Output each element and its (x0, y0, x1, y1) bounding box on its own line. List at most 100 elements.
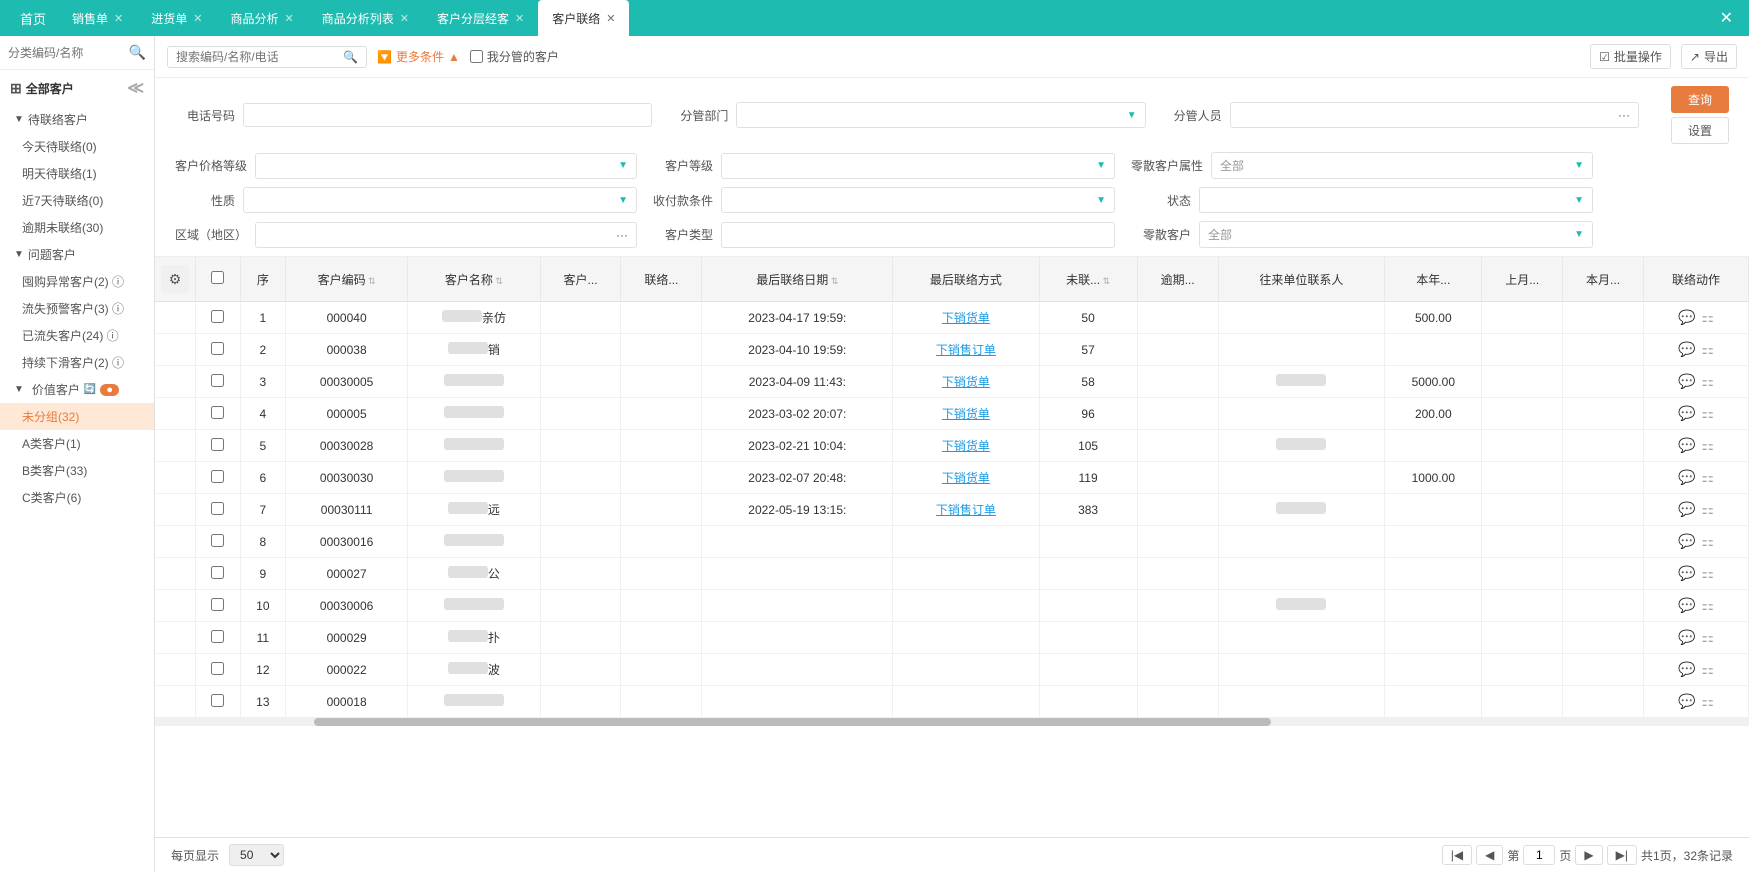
tab-home[interactable]: 首页 (8, 0, 58, 36)
sidebar-search-input[interactable] (8, 46, 125, 60)
row-last-way[interactable]: 下销货单 (893, 430, 1039, 462)
chat-icon[interactable]: 💬 (1678, 405, 1695, 422)
row-action[interactable]: 💬⚏ (1643, 590, 1748, 622)
more-action-icon[interactable]: ⚏ (1701, 437, 1714, 454)
settings-icon[interactable]: ⚙ (161, 265, 189, 293)
sidebar-item-churn-warning[interactable]: 流失预警客户(3) ⓘ (0, 295, 154, 322)
row-last-way[interactable]: 下销售订单 (893, 494, 1039, 526)
region-select[interactable]: ··· (255, 222, 637, 248)
more-action-icon[interactable]: ⚏ (1701, 533, 1714, 550)
horizontal-scrollbar[interactable] (155, 718, 1749, 726)
th-checkbox[interactable] (196, 257, 241, 302)
row-action[interactable]: 💬⚏ (1643, 558, 1748, 590)
sidebar-item-c-class[interactable]: C类客户(6) (0, 484, 154, 511)
row-last-way[interactable] (893, 558, 1039, 590)
th-name[interactable]: 客户名称 (408, 257, 540, 302)
row-last-way[interactable]: 下销货单 (893, 302, 1039, 334)
tab-close-product[interactable]: ✕ (285, 12, 294, 25)
manager-select[interactable]: ··· (1230, 102, 1639, 128)
row-action[interactable]: 💬⚏ (1643, 686, 1748, 718)
row-checkbox[interactable] (196, 686, 241, 718)
more-action-icon[interactable]: ⚏ (1701, 469, 1714, 486)
sidebar-item-b-class[interactable]: B类客户(33) (0, 457, 154, 484)
more-action-icon[interactable]: ⚏ (1701, 597, 1714, 614)
chat-icon[interactable]: 💬 (1678, 469, 1695, 486)
phone-input[interactable] (243, 103, 652, 127)
status-select[interactable]: ▼ (1199, 187, 1593, 213)
chat-icon[interactable]: 💬 (1678, 661, 1695, 678)
row-action[interactable]: 💬⚏ (1643, 622, 1748, 654)
row-last-way[interactable]: 下销货单 (893, 366, 1039, 398)
row-action[interactable]: 💬⚏ (1643, 398, 1748, 430)
tab-sales-order[interactable]: 销售单 ✕ (58, 0, 137, 36)
last-page-btn[interactable]: ▶| (1607, 845, 1637, 865)
more-icon2[interactable]: ··· (616, 228, 628, 242)
more-action-icon[interactable]: ⚏ (1701, 309, 1714, 326)
next-page-btn[interactable]: ▶ (1575, 845, 1602, 865)
more-action-icon[interactable]: ⚏ (1701, 373, 1714, 390)
filter-more-btn[interactable]: 🔽 更多条件 ▲ (377, 48, 460, 65)
sidebar-item-overdue[interactable]: 逾期未联络(30) (0, 214, 154, 241)
row-action[interactable]: 💬⚏ (1643, 334, 1748, 366)
row-checkbox[interactable] (196, 494, 241, 526)
row-last-way[interactable] (893, 686, 1039, 718)
sidebar-item-7days[interactable]: 近7天待联络(0) (0, 187, 154, 214)
sidebar-item-ungrouped[interactable]: 未分组(32) (0, 403, 154, 430)
sidebar-item-today[interactable]: 今天待联络(0) (0, 133, 154, 160)
more-action-icon[interactable]: ⚏ (1701, 565, 1714, 582)
tab-close-sales[interactable]: ✕ (114, 12, 123, 25)
chat-icon[interactable]: 💬 (1678, 565, 1695, 582)
row-action[interactable]: 💬⚏ (1643, 430, 1748, 462)
more-action-icon[interactable]: ⚏ (1701, 341, 1714, 358)
nature-select[interactable]: ▼ (243, 187, 637, 213)
row-action[interactable]: 💬⚏ (1643, 366, 1748, 398)
page-input[interactable] (1523, 845, 1555, 865)
bulk-ops-btn[interactable]: ☑ 批量操作 (1590, 44, 1671, 69)
sidebar-item-a-class[interactable]: A类客户(1) (0, 430, 154, 457)
tab-product-analysis-list[interactable]: 商品分析列表 ✕ (308, 0, 423, 36)
th-settings[interactable]: ⚙ (155, 257, 196, 302)
sidebar-item-abnormal[interactable]: 囤购异常客户(2) ⓘ (0, 268, 154, 295)
row-checkbox[interactable] (196, 558, 241, 590)
row-action[interactable]: 💬⚏ (1643, 462, 1748, 494)
chat-icon[interactable]: 💬 (1678, 501, 1695, 518)
tab-customer-contact[interactable]: 客户联络 ✕ (538, 0, 629, 36)
tab-close-purchase[interactable]: ✕ (193, 12, 202, 25)
row-checkbox[interactable] (196, 462, 241, 494)
chat-icon[interactable]: 💬 (1678, 373, 1695, 390)
sidebar-all-customers[interactable]: ⊞ 全部客户 ≪ (0, 70, 154, 106)
my-customers-checkbox[interactable] (470, 50, 483, 63)
cust-grade-select[interactable]: ▼ (721, 153, 1115, 179)
sidebar-item-declining[interactable]: 持续下滑客户(2) ⓘ (0, 349, 154, 376)
more-action-icon[interactable]: ⚏ (1701, 405, 1714, 422)
more-action-icon[interactable]: ⚏ (1701, 501, 1714, 518)
more-action-icon[interactable]: ⚏ (1701, 629, 1714, 646)
price-grade-select[interactable]: ▼ (255, 153, 637, 179)
tab-customer-segment[interactable]: 客户分层经客 ✕ (423, 0, 538, 36)
first-page-btn[interactable]: |◀ (1442, 845, 1472, 865)
row-checkbox[interactable] (196, 526, 241, 558)
sidebar-search-icon[interactable]: 🔍 (129, 44, 146, 61)
prev-page-btn[interactable]: ◀ (1476, 845, 1503, 865)
zero-cust-select[interactable]: 全部 ▼ (1199, 221, 1593, 248)
sidebar-group-pending[interactable]: ▼ 待联络客户 (0, 106, 154, 133)
cust-type-select[interactable] (721, 222, 1115, 248)
row-last-way[interactable] (893, 622, 1039, 654)
tab-purchase-order[interactable]: 进货单 ✕ (137, 0, 216, 36)
chat-icon[interactable]: 💬 (1678, 341, 1695, 358)
th-code[interactable]: 客户编码 (286, 257, 408, 302)
row-last-way[interactable]: 下销货单 (893, 398, 1039, 430)
sidebar-item-churned[interactable]: 已流失客户(24) ⓘ (0, 322, 154, 349)
more-action-icon[interactable]: ⚏ (1701, 661, 1714, 678)
tab-close-contact[interactable]: ✕ (606, 12, 615, 25)
row-last-way[interactable] (893, 590, 1039, 622)
th-last-date[interactable]: 最后联络日期 (702, 257, 893, 302)
tab-bar-close-icon[interactable]: ✕ (1712, 8, 1741, 28)
tab-close-segment[interactable]: ✕ (515, 12, 524, 25)
payment-select[interactable]: ▼ (721, 187, 1115, 213)
sidebar-group-problem[interactable]: ▼ 问题客户 (0, 241, 154, 268)
row-action[interactable]: 💬⚏ (1643, 302, 1748, 334)
tab-close-product-list[interactable]: ✕ (400, 12, 409, 25)
chat-icon[interactable]: 💬 (1678, 597, 1695, 614)
row-last-way[interactable] (893, 526, 1039, 558)
